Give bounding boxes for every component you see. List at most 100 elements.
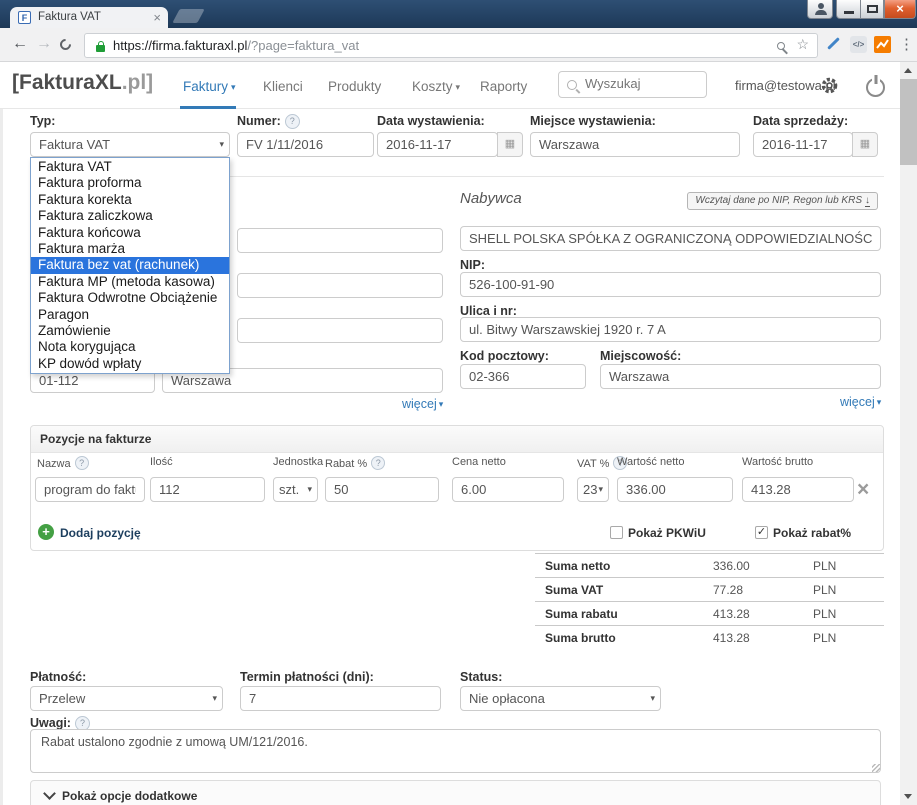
logo-part1: [FakturaXL bbox=[12, 71, 122, 94]
summary-label: Suma rabatu bbox=[545, 607, 618, 621]
issue-place-input[interactable] bbox=[530, 132, 740, 157]
payment-method-select[interactable]: Przelew▾ bbox=[30, 686, 223, 711]
chevron-down-icon: ▾ bbox=[219, 133, 224, 156]
tab-close-icon[interactable]: × bbox=[153, 10, 161, 25]
due-days-input[interactable] bbox=[240, 686, 441, 711]
load-by-nip-button[interactable]: Wczytaj dane po NIP, Regon lub KRS↓ bbox=[687, 192, 878, 210]
add-item-icon[interactable]: + bbox=[38, 524, 54, 540]
calendar-icon[interactable]: ▦ bbox=[852, 132, 878, 157]
issue-date-label: Data wystawienia: bbox=[377, 114, 485, 128]
due-days-label: Termin płatności (dni): bbox=[240, 670, 374, 684]
forward-button[interactable]: → bbox=[36, 35, 52, 53]
page-scrollbar[interactable] bbox=[900, 62, 917, 805]
browser-menu-icon[interactable]: ⋮ bbox=[899, 35, 914, 53]
buyer-postal-input[interactable] bbox=[460, 364, 586, 389]
buyer-street-input[interactable] bbox=[460, 317, 881, 342]
buyer-more-link[interactable]: więcej▾ bbox=[840, 395, 881, 409]
delete-row-icon[interactable]: × bbox=[857, 477, 869, 502]
browser-tab[interactable]: F Faktura VAT × bbox=[10, 7, 168, 28]
dropdown-option[interactable]: KP dowód wpłaty bbox=[31, 356, 229, 372]
nav-produkty[interactable]: Produkty bbox=[328, 79, 381, 94]
summary-label: Suma VAT bbox=[545, 583, 603, 597]
show-discount-checkbox[interactable]: ✓ bbox=[755, 526, 768, 539]
dropdown-option[interactable]: Nota korygująca bbox=[31, 339, 229, 355]
dropdown-option[interactable]: Faktura MP (metoda kasowa) bbox=[31, 274, 229, 290]
maximize-icon bbox=[867, 5, 878, 13]
payment-method-label: Płatność: bbox=[30, 670, 86, 684]
show-pkwiu-checkbox[interactable] bbox=[610, 526, 623, 539]
resize-handle[interactable] bbox=[872, 764, 880, 772]
dropdown-option[interactable]: Faktura marża bbox=[31, 241, 229, 257]
window-close-button[interactable]: × bbox=[884, 0, 916, 19]
number-input[interactable] bbox=[237, 132, 374, 157]
search-input[interactable] bbox=[583, 75, 702, 92]
col-net-price-label: Cena netto bbox=[452, 456, 506, 468]
dropdown-option[interactable]: Paragon bbox=[31, 307, 229, 323]
nav-raporty[interactable]: Raporty bbox=[480, 79, 527, 94]
code-extension-icon[interactable]: </> bbox=[850, 36, 867, 53]
seller-more-link[interactable]: więcej▾ bbox=[402, 397, 443, 411]
item-net-price-input[interactable] bbox=[452, 477, 564, 502]
item-discount-input[interactable] bbox=[325, 477, 439, 502]
buyer-name-input[interactable] bbox=[460, 226, 881, 251]
scrollbar-up-button[interactable] bbox=[900, 62, 917, 79]
add-item-button[interactable]: Dodaj pozycję bbox=[60, 526, 141, 540]
help-icon[interactable]: ? bbox=[285, 114, 300, 129]
notes-textarea[interactable]: Rabat ustalono zgodnie z umową UM/121/20… bbox=[30, 729, 881, 773]
key-icon[interactable] bbox=[777, 42, 785, 50]
seller-street-input[interactable] bbox=[237, 318, 443, 343]
nav-koszty[interactable]: Koszty▾ bbox=[412, 79, 460, 94]
item-gross-value-input[interactable] bbox=[742, 477, 854, 502]
buyer-city-input[interactable] bbox=[600, 364, 881, 389]
nav-faktury[interactable]: Faktury▾ bbox=[183, 79, 236, 94]
type-select[interactable]: Faktura VAT▾ bbox=[30, 132, 230, 157]
col-discount-label: Rabat %? bbox=[325, 456, 385, 470]
dropdown-option[interactable]: Faktura końcowa bbox=[31, 225, 229, 241]
extra-options-toggle[interactable]: Pokaż opcje dodatkowe bbox=[30, 780, 881, 805]
dropdown-option[interactable]: Faktura Odwrotne Obciążenie bbox=[31, 290, 229, 306]
window-minimize-button[interactable] bbox=[836, 0, 861, 19]
help-icon[interactable]: ? bbox=[75, 456, 89, 470]
bookmark-star-icon[interactable]: ☆ bbox=[796, 36, 809, 53]
dropdown-option[interactable]: Zamówienie bbox=[31, 323, 229, 339]
analytics-extension-icon[interactable] bbox=[874, 36, 891, 53]
item-name-input[interactable] bbox=[35, 477, 145, 502]
https-lock-icon[interactable] bbox=[96, 45, 105, 52]
issue-date-input[interactable] bbox=[377, 132, 498, 157]
chevron-down-icon: ▾ bbox=[650, 687, 655, 710]
dropdown-option[interactable]: Faktura proforma bbox=[31, 175, 229, 191]
item-unit-select[interactable]: szt.▾ bbox=[273, 477, 318, 502]
window-profile-button[interactable] bbox=[807, 0, 833, 19]
calendar-icon[interactable]: ▦ bbox=[497, 132, 523, 157]
nav-klienci[interactable]: Klienci bbox=[263, 79, 303, 94]
summary-label: Suma brutto bbox=[545, 631, 616, 645]
app-logo[interactable]: [FakturaXL.pl] bbox=[12, 71, 153, 95]
search-icon bbox=[567, 80, 577, 90]
reload-button[interactable] bbox=[58, 37, 74, 53]
dropdown-option[interactable]: Faktura korekta bbox=[31, 192, 229, 208]
window-maximize-button[interactable] bbox=[860, 0, 884, 19]
item-vat-select[interactable]: 23▾ bbox=[577, 477, 609, 502]
summary-label: Suma netto bbox=[545, 559, 610, 573]
buyer-nip-input[interactable] bbox=[460, 272, 881, 297]
help-icon[interactable]: ? bbox=[371, 456, 385, 470]
back-button[interactable]: ← bbox=[12, 35, 28, 53]
dropdown-option[interactable]: Faktura zaliczkowa bbox=[31, 208, 229, 224]
gear-icon[interactable] bbox=[820, 76, 839, 95]
item-net-value-input[interactable] bbox=[617, 477, 733, 502]
power-logout-icon[interactable] bbox=[866, 78, 885, 97]
address-bar[interactable]: https://firma.fakturaxl.pl/?page=faktura… bbox=[84, 33, 818, 58]
app-header: [FakturaXL.pl] Faktury▾ Klienci Produkty… bbox=[0, 62, 900, 109]
pen-extension-icon[interactable] bbox=[827, 37, 840, 50]
item-qty-input[interactable] bbox=[150, 477, 265, 502]
new-tab-button[interactable] bbox=[172, 9, 204, 23]
dropdown-option-highlighted[interactable]: Faktura bez vat (rachunek) bbox=[31, 257, 229, 273]
scrollbar-down-button[interactable] bbox=[900, 788, 917, 805]
sale-date-input[interactable] bbox=[753, 132, 853, 157]
seller-name-input[interactable] bbox=[237, 228, 443, 253]
seller-nip-input[interactable] bbox=[237, 273, 443, 298]
status-select[interactable]: Nie opłacona▾ bbox=[460, 686, 661, 711]
dropdown-option[interactable]: Faktura VAT bbox=[31, 159, 229, 175]
scrollbar-thumb[interactable] bbox=[900, 79, 917, 165]
chevron-down-icon bbox=[43, 787, 56, 800]
